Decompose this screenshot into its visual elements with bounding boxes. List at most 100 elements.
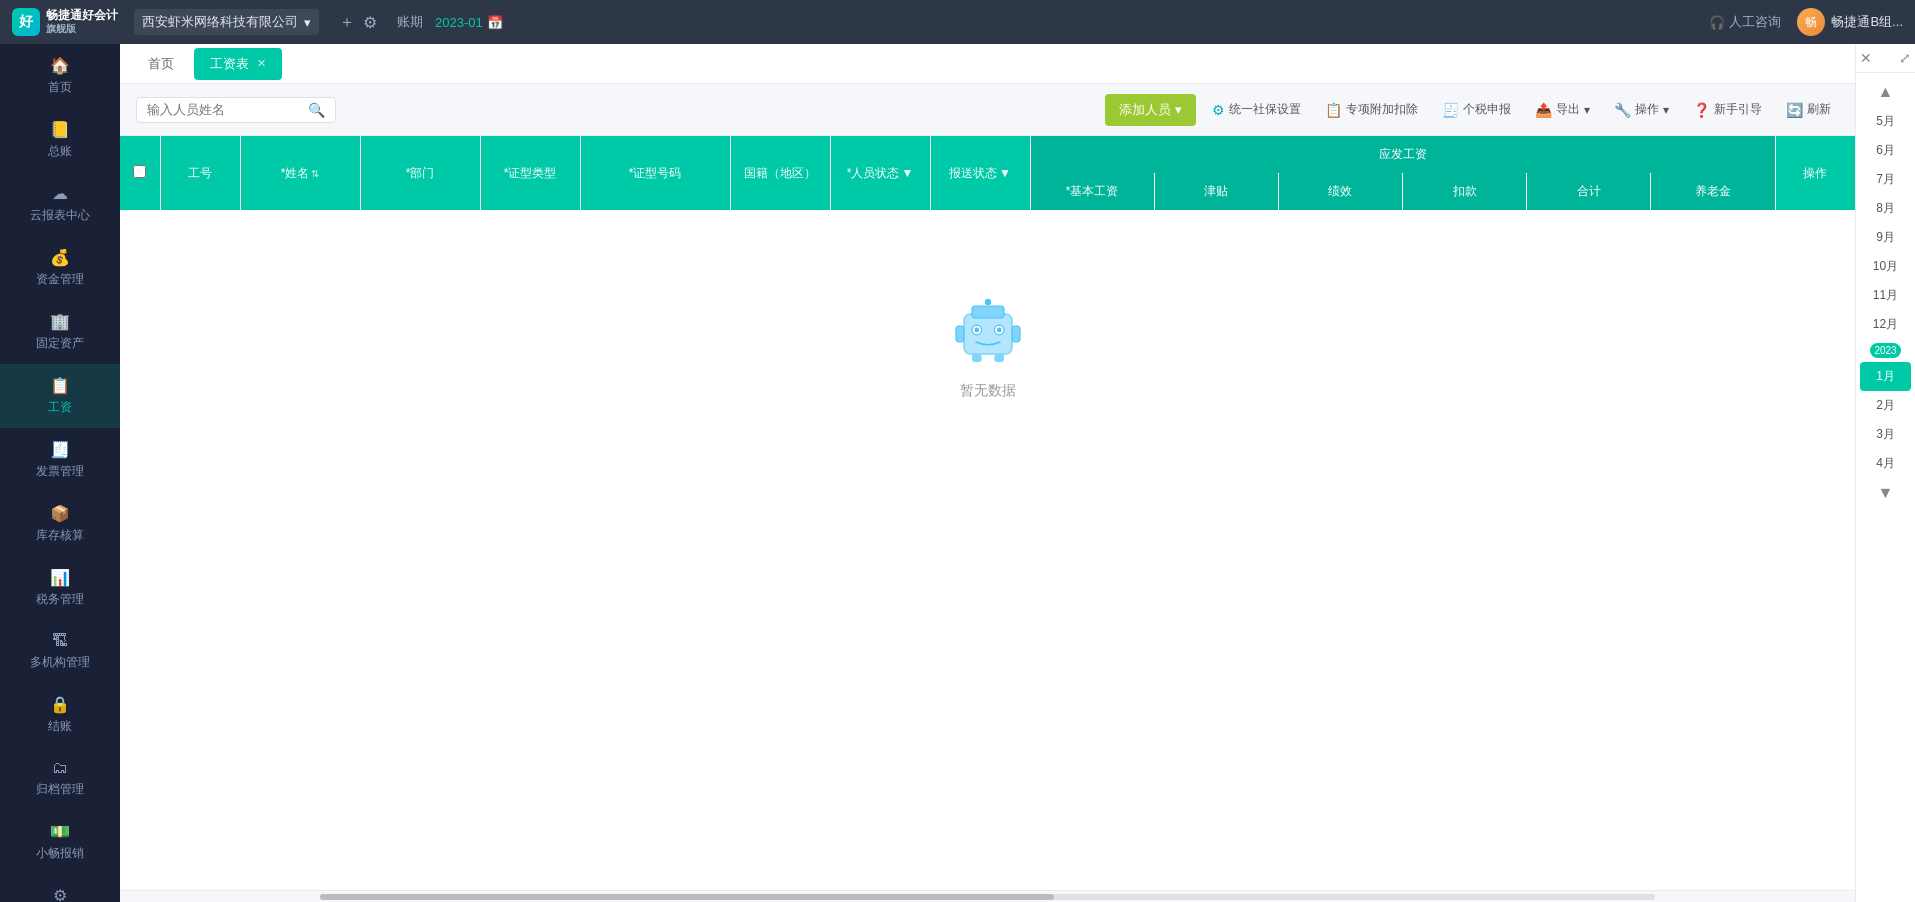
tax-icon: 🧾 xyxy=(1442,102,1459,118)
th-id-no: *证型号码 xyxy=(580,136,730,210)
help-icon: ❓ xyxy=(1693,102,1710,118)
date-2022-12[interactable]: 12月 xyxy=(1856,310,1915,339)
th-total: 合计 xyxy=(1527,173,1651,210)
social-security-btn[interactable]: ⚙ 统一社保设置 xyxy=(1204,97,1309,122)
deduct-icon: 📋 xyxy=(1325,102,1342,118)
personal-tax-btn[interactable]: 🧾 个税申报 xyxy=(1434,97,1519,122)
export-btn[interactable]: 📤 导出 ▾ xyxy=(1527,97,1598,122)
filter-person-icon[interactable]: ▼ xyxy=(901,166,913,180)
nav-up-icon[interactable]: ▲ xyxy=(1870,81,1902,103)
sidebar-item-fixed-assets[interactable]: 🏢 固定资产 xyxy=(0,300,120,364)
special-deduct-btn[interactable]: 📋 专项附加扣除 xyxy=(1317,97,1426,122)
sidebar-item-inventory[interactable]: 📦 库存核算 xyxy=(0,492,120,556)
sidebar-label-payroll: 工资 xyxy=(48,399,72,416)
date-2023-01[interactable]: 1月 xyxy=(1860,362,1911,391)
export-label: 导出 xyxy=(1556,101,1580,118)
period-label: 账期 xyxy=(397,13,423,31)
sidebar-item-tax[interactable]: 📊 税务管理 xyxy=(0,556,120,620)
date-2023-02[interactable]: 2月 xyxy=(1856,391,1915,420)
svg-rect-10 xyxy=(972,354,982,362)
sidebar: 🏠 首页 📒 总账 ☁ 云报表中心 💰 资金管理 🏢 固定资产 📋 工资 🧾 发… xyxy=(0,44,120,902)
date-2022-06[interactable]: 6月 xyxy=(1856,136,1915,165)
sidebar-item-close[interactable]: 🔒 结账 xyxy=(0,683,120,747)
sidebar-label-archive: 归档管理 xyxy=(36,781,84,798)
date-2023-04[interactable]: 4月 xyxy=(1856,449,1915,478)
operate-btn[interactable]: 🔧 操作 ▾ xyxy=(1606,97,1677,122)
sidebar-item-multi-org[interactable]: 🏗 多机构管理 xyxy=(0,620,120,683)
sidebar-item-payroll[interactable]: 📋 工资 xyxy=(0,364,120,428)
export-chevron-icon: ▾ xyxy=(1584,103,1590,117)
date-2022-10[interactable]: 10月 xyxy=(1856,252,1915,281)
date-2022-07[interactable]: 7月 xyxy=(1856,165,1915,194)
home-icon: 🏠 xyxy=(50,56,70,75)
tab-home[interactable]: 首页 xyxy=(132,48,190,80)
new-guide-btn[interactable]: ❓ 新手引导 xyxy=(1685,97,1770,122)
tab-payroll-label: 工资表 xyxy=(210,55,249,73)
operate-chevron-icon: ▾ xyxy=(1663,103,1669,117)
th-report-status[interactable]: 报送状态 ▼ xyxy=(930,136,1030,210)
panel-expand-icon[interactable]: ⤢ xyxy=(1899,50,1911,66)
inventory-icon: 📦 xyxy=(50,504,70,523)
scroll-track[interactable] xyxy=(320,894,1655,900)
security-icon: ⚙ xyxy=(1212,102,1225,118)
refresh-btn[interactable]: 🔄 刷新 xyxy=(1778,97,1839,122)
sidebar-label-tax: 税务管理 xyxy=(36,591,84,608)
svg-rect-11 xyxy=(994,354,1004,362)
date-2022-05[interactable]: 5月 xyxy=(1856,107,1915,136)
sidebar-item-fund[interactable]: 💰 资金管理 xyxy=(0,236,120,300)
date-2022-09[interactable]: 9月 xyxy=(1856,223,1915,252)
sidebar-item-invoice[interactable]: 🧾 发票管理 xyxy=(0,428,120,492)
date-2023-03[interactable]: 3月 xyxy=(1856,420,1915,449)
sidebar-item-settings[interactable]: ⚙ 基础设置 xyxy=(0,874,120,902)
th-pension: 养老金 xyxy=(1651,173,1775,210)
th-name[interactable]: *姓名 ⇅ xyxy=(240,136,360,210)
sort-name-icon[interactable]: ⇅ xyxy=(311,168,319,179)
sidebar-item-ledger[interactable]: 📒 总账 xyxy=(0,108,120,172)
chevron-down-icon: ▾ xyxy=(1175,102,1182,117)
org-icon: 🏗 xyxy=(52,632,68,650)
panel-close-icon[interactable]: ✕ xyxy=(1860,50,1872,66)
tab-payroll[interactable]: 工资表 ✕ xyxy=(194,48,282,80)
company-selector[interactable]: 西安虾米网络科技有限公司 ▾ xyxy=(134,9,319,35)
main-layout: 🏠 首页 📒 总账 ☁ 云报表中心 💰 资金管理 🏢 固定资产 📋 工资 🧾 发… xyxy=(0,44,1915,902)
tab-home-label: 首页 xyxy=(148,55,174,73)
th-num: 工号 xyxy=(160,136,240,210)
top-bar-right: 🎧 人工咨询 畅 畅捷通B组... xyxy=(1709,8,1903,36)
date-2022-11[interactable]: 11月 xyxy=(1856,281,1915,310)
settings-icon[interactable]: ⚙ xyxy=(363,13,377,32)
sidebar-label-home: 首页 xyxy=(48,79,72,96)
search-input[interactable] xyxy=(147,102,302,117)
sidebar-label-org: 多机构管理 xyxy=(30,654,90,671)
nav-down-icon[interactable]: ▼ xyxy=(1870,482,1902,504)
th-checkbox[interactable] xyxy=(120,136,160,210)
service-label: 人工咨询 xyxy=(1729,13,1781,31)
service-btn[interactable]: 🎧 人工咨询 xyxy=(1709,13,1781,31)
sidebar-item-expense[interactable]: 💵 小畅报销 xyxy=(0,810,120,874)
sidebar-label-cloud: 云报表中心 xyxy=(30,207,90,224)
th-allowance: 津贴 xyxy=(1154,173,1278,210)
sidebar-item-home[interactable]: 🏠 首页 xyxy=(0,44,120,108)
personal-tax-label: 个税申报 xyxy=(1463,101,1511,118)
th-salary-group: 应发工资 xyxy=(1030,136,1775,173)
period-selector[interactable]: 2023-01 📅 xyxy=(435,15,503,30)
add-person-button[interactable]: 添加人员 ▾ xyxy=(1105,94,1196,126)
th-person-status[interactable]: *人员状态 ▼ xyxy=(830,136,930,210)
payroll-icon: 📋 xyxy=(50,376,70,395)
add-icon[interactable]: ＋ xyxy=(339,12,355,33)
tab-close-icon[interactable]: ✕ xyxy=(257,57,266,70)
select-all-checkbox[interactable] xyxy=(133,165,146,178)
sidebar-item-archive[interactable]: 🗂 归档管理 xyxy=(0,747,120,810)
filter-report-icon[interactable]: ▼ xyxy=(999,166,1011,180)
date-2022-08[interactable]: 8月 xyxy=(1856,194,1915,223)
operate-icon: 🔧 xyxy=(1614,102,1631,118)
payroll-table: 工号 *姓名 ⇅ *部门 *证型类型 xyxy=(120,136,1855,480)
building-icon: 🏢 xyxy=(50,312,70,331)
cloud-icon: ☁ xyxy=(52,184,68,203)
avatar: 畅 xyxy=(1797,8,1825,36)
logo-icon: 好 xyxy=(12,8,40,36)
sidebar-label-fund: 资金管理 xyxy=(36,271,84,288)
sidebar-label-ledger: 总账 xyxy=(48,143,72,160)
new-guide-label: 新手引导 xyxy=(1714,101,1762,118)
sidebar-item-cloud-report[interactable]: ☁ 云报表中心 xyxy=(0,172,120,236)
user-info[interactable]: 畅 畅捷通B组... xyxy=(1797,8,1903,36)
